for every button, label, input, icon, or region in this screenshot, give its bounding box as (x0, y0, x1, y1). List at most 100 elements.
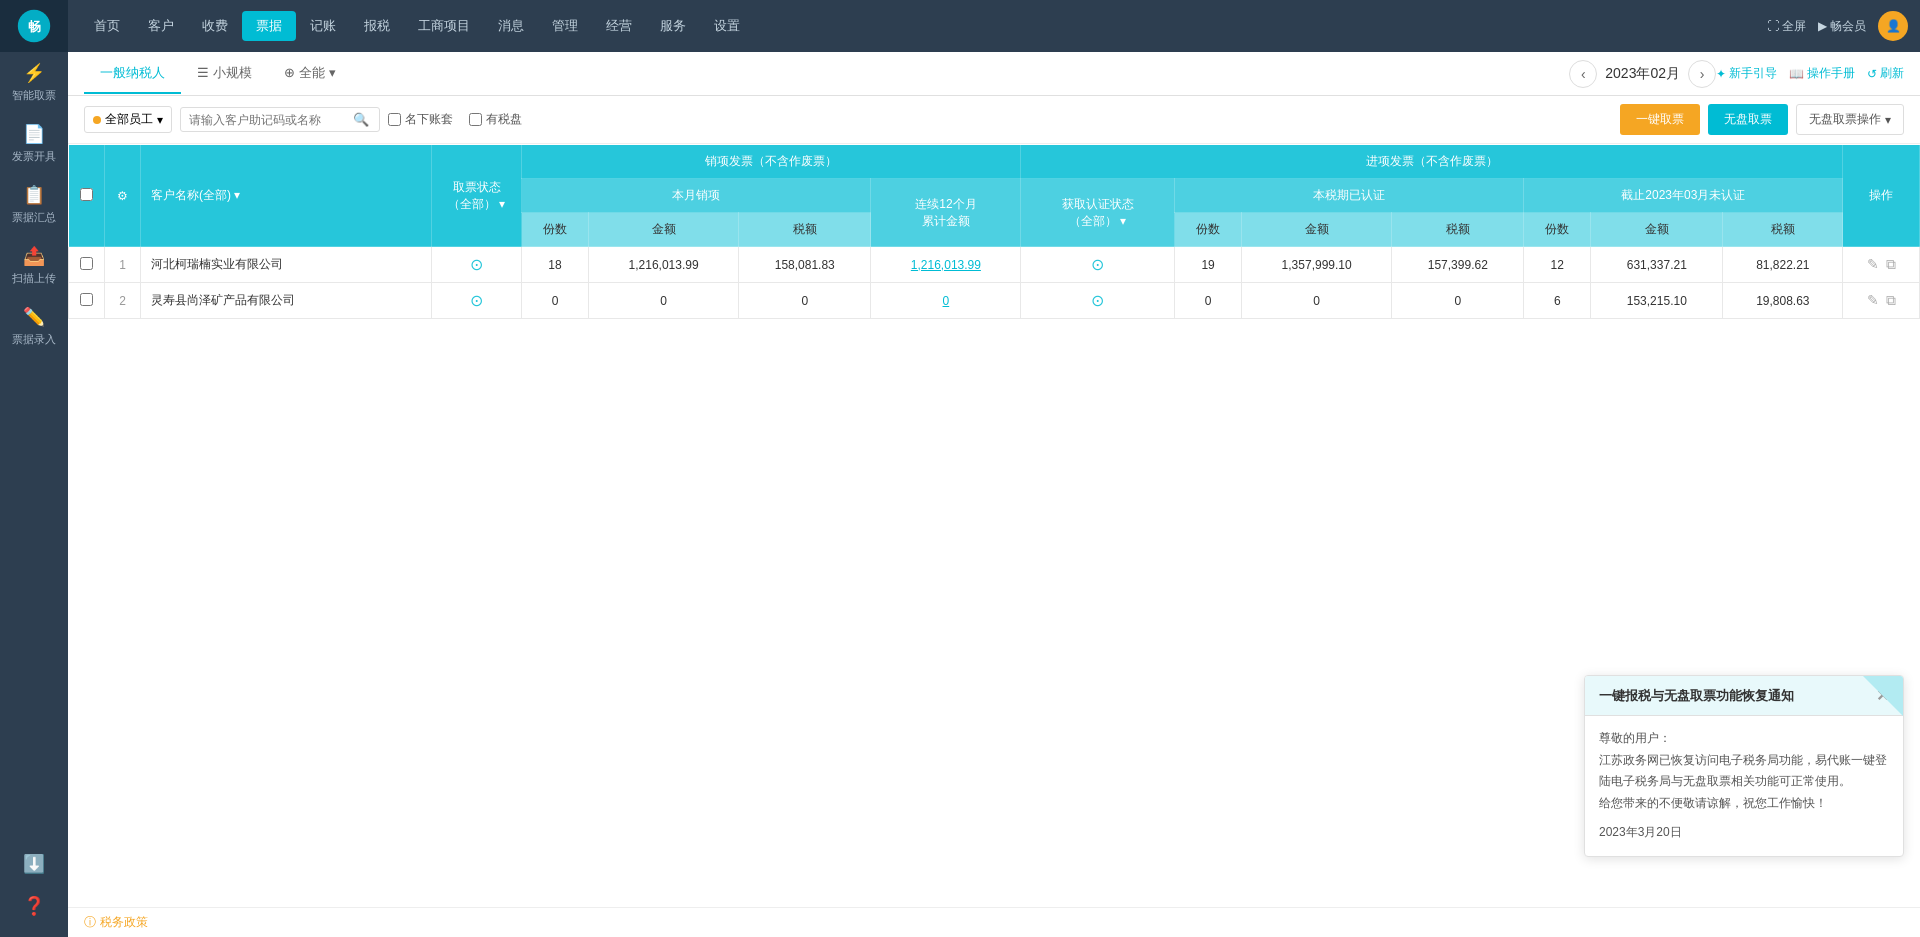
row-cert-tax: 157,399.62 (1392, 247, 1524, 283)
table-row: 2 灵寿县尚泽矿产品有限公司 ⊙ 0 0 0 0 ⊙ 0 0 0 6 153,2… (69, 283, 1920, 319)
th-uncert-amount: 金额 (1591, 213, 1723, 247)
notification-popup: 一键报税与无盘取票功能恢复通知 ✕ 尊敬的用户： 江苏政务网已恢复访问电子税务局… (1584, 675, 1904, 857)
nav-accounting[interactable]: 记账 (296, 11, 350, 41)
row-checkbox[interactable] (80, 293, 93, 306)
sidebar-item-data-entry[interactable]: ✏️ 票据录入 (0, 296, 68, 357)
row-cert-status: ⊙ (1021, 247, 1175, 283)
row-uncert-amount: 153,215.10 (1591, 283, 1723, 319)
fullscreen-icon: ⛶ (1767, 19, 1779, 33)
select-all-checkbox[interactable] (80, 188, 93, 201)
tab-all[interactable]: ⊕ 全能 ▾ (268, 54, 352, 94)
notif-line2: 江苏政务网已恢复访问电子税务局功能，易代账一键登陆电子税务局与无盘取票相关功能可… (1599, 750, 1889, 793)
employee-dot (93, 116, 101, 124)
row-actions: ✎ ⧉ (1843, 283, 1920, 319)
nav-service[interactable]: 服务 (646, 11, 700, 41)
row-uncert-amount: 631,337.21 (1591, 247, 1723, 283)
tax-policy-link[interactable]: 税务政策 (100, 914, 148, 931)
nav-operation[interactable]: 经营 (592, 11, 646, 41)
nav-message[interactable]: 消息 (484, 11, 538, 41)
notif-body: 尊敬的用户： 江苏政务网已恢复访问电子税务局功能，易代账一键登陆电子税务局与无盘… (1585, 716, 1903, 856)
employee-dropdown-icon: ▾ (157, 113, 163, 127)
nav-business[interactable]: 工商项目 (404, 11, 484, 41)
row-cert-status: ⊙ (1021, 283, 1175, 319)
ops-dropdown-icon: ▾ (1885, 113, 1891, 127)
date-navigation: ‹ 2023年02月 › (1569, 60, 1716, 88)
checkbox-has-tax-disk[interactable]: 有税盘 (469, 111, 522, 128)
row-client-name: 河北柯瑞楠实业有限公司 (141, 247, 432, 283)
fetch-status-filter-icon[interactable]: ▾ (499, 197, 505, 211)
sidebar-item-help[interactable]: ❓ (0, 885, 68, 927)
row-fetch-status: ⊙ (432, 247, 522, 283)
row-cert-amount: 0 (1242, 283, 1392, 319)
th-cert-shares: 份数 (1175, 213, 1242, 247)
client-name-filter-icon[interactable]: ▾ (234, 188, 240, 202)
issue-invoice-icon: 📄 (23, 123, 45, 145)
sidebar-item-scan-upload[interactable]: 📤 扫描上传 (0, 235, 68, 296)
top-navigation: 首页 客户 收费 票据 记账 报税 工商项目 消息 管理 经营 服务 设置 ⛶ … (68, 0, 1920, 52)
notif-corner-decoration (1863, 676, 1903, 716)
guide-icon: ✦ (1716, 67, 1726, 81)
sidebar-item-invoice-summary-label: 票据汇总 (12, 210, 56, 225)
no-disk-ops-btn[interactable]: 无盘取票操作 ▾ (1796, 104, 1904, 135)
nav-client[interactable]: 客户 (134, 11, 188, 41)
checkbox-under-account[interactable]: 名下账套 (388, 111, 453, 128)
one-click-fetch-btn[interactable]: 一键取票 (1620, 104, 1700, 135)
row-edit-btn[interactable]: ✎ (1867, 292, 1879, 308)
user-avatar[interactable]: 👤 (1878, 11, 1908, 41)
notif-title: 一键报税与无盘取票功能恢复通知 (1599, 687, 1794, 705)
th-purchase-certified: 本税期已认证 (1175, 179, 1524, 213)
search-input[interactable] (189, 113, 349, 127)
sidebar-item-issue-invoice[interactable]: 📄 发票开具 (0, 113, 68, 174)
prev-month-btn[interactable]: ‹ (1569, 60, 1597, 88)
row-checkbox-cell (69, 283, 105, 319)
th-cert-tax: 税额 (1392, 213, 1524, 247)
row-sales-amount: 0 (588, 283, 738, 319)
cert-status-filter-icon[interactable]: ▾ (1120, 214, 1126, 228)
nav-tax[interactable]: 报税 (350, 11, 404, 41)
fetch-status-check-icon: ⊙ (470, 256, 483, 273)
no-disk-fetch-btn[interactable]: 无盘取票 (1708, 104, 1788, 135)
nav-billing[interactable]: 收费 (188, 11, 242, 41)
download-icon: ⬇️ (23, 853, 45, 875)
nav-invoice[interactable]: 票据 (242, 11, 296, 41)
refresh-btn[interactable]: ↺ 刷新 (1867, 65, 1904, 82)
row-sales-shares: 18 (522, 247, 589, 283)
checkbox-has-tax-disk-input[interactable] (469, 113, 482, 126)
row-sales-amount: 1,216,013.99 (588, 247, 738, 283)
fullscreen-btn[interactable]: ⛶ 全屏 (1767, 18, 1806, 35)
manual-btn[interactable]: 📖 操作手册 (1789, 65, 1855, 82)
new-guide-btn[interactable]: ✦ 新手引导 (1716, 65, 1777, 82)
row-sales-cumulative[interactable]: 0 (871, 283, 1021, 319)
row-edit-btn[interactable]: ✎ (1867, 256, 1879, 272)
nav-settings[interactable]: 设置 (700, 11, 754, 41)
sidebar-item-download[interactable]: ⬇️ (0, 843, 68, 885)
checkbox-under-account-input[interactable] (388, 113, 401, 126)
tab-general-taxpayer[interactable]: 一般纳税人 (84, 54, 181, 94)
row-checkbox[interactable] (80, 257, 93, 270)
small-scale-icon: ☰ (197, 65, 209, 80)
row-uncert-tax: 81,822.21 (1723, 247, 1843, 283)
sidebar-item-invoice-summary[interactable]: 📋 票据汇总 (0, 174, 68, 235)
page-footer: ⓘ 税务政策 (68, 907, 1920, 937)
search-icon[interactable]: 🔍 (353, 112, 369, 127)
tab-small-scale[interactable]: ☰ 小规模 (181, 54, 268, 94)
th-fetch-status: 取票状态（全部） ▾ (432, 145, 522, 247)
member-btn[interactable]: ▶ 畅会员 (1818, 18, 1866, 35)
cert-status-check-icon: ⊙ (1091, 256, 1104, 273)
row-copy-btn[interactable]: ⧉ (1886, 292, 1896, 308)
sidebar-item-smart-fetch-label: 智能取票 (12, 88, 56, 103)
nav-management[interactable]: 管理 (538, 11, 592, 41)
row-cert-amount: 1,357,999.10 (1242, 247, 1392, 283)
row-sales-cumulative[interactable]: 1,216,013.99 (871, 247, 1021, 283)
th-sales-cumulative: 连续12个月累计金额 (871, 179, 1021, 247)
sidebar-item-smart-fetch[interactable]: ⚡ 智能取票 (0, 52, 68, 113)
row-cert-tax: 0 (1392, 283, 1524, 319)
next-month-btn[interactable]: › (1688, 60, 1716, 88)
employee-selector[interactable]: 全部员工 ▾ (84, 106, 172, 133)
notif-header: 一键报税与无盘取票功能恢复通知 ✕ (1585, 676, 1903, 716)
row-copy-btn[interactable]: ⧉ (1886, 256, 1896, 272)
svg-text:畅: 畅 (28, 20, 41, 34)
manual-icon: 📖 (1789, 67, 1804, 81)
nav-home[interactable]: 首页 (80, 11, 134, 41)
th-purchase-invoice-header: 进项发票（不含作废票） (1021, 145, 1843, 179)
